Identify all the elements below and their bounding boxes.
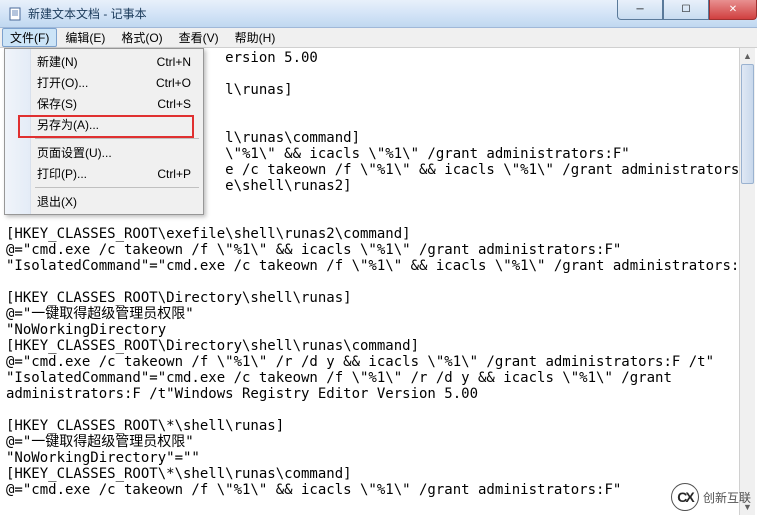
- menu-file[interactable]: 文件(F): [2, 28, 57, 47]
- menu-edit[interactable]: 编辑(E): [57, 28, 113, 47]
- menu-format[interactable]: 格式(O): [113, 28, 170, 47]
- watermark: CX 创新互联: [671, 483, 751, 511]
- menu-item-shortcut: Ctrl+O: [156, 76, 191, 90]
- close-button[interactable]: ✕: [709, 0, 757, 20]
- watermark-text: 创新互联: [703, 489, 751, 506]
- window-title: 新建文本文档 - 记事本: [28, 5, 147, 22]
- menu-item-open[interactable]: 打开(O)... Ctrl+O: [7, 72, 201, 93]
- menu-item-label: 页面设置(U)...: [37, 144, 112, 161]
- menu-view[interactable]: 查看(V): [171, 28, 227, 47]
- menu-item-shortcut: Ctrl+N: [157, 55, 191, 69]
- maximize-button[interactable]: ☐: [663, 0, 709, 20]
- menu-item-saveas[interactable]: 另存为(A)...: [7, 114, 201, 135]
- notepad-icon: [8, 6, 24, 22]
- vertical-scrollbar[interactable]: ▲ ▼: [739, 48, 755, 515]
- menu-item-new[interactable]: 新建(N) Ctrl+N: [7, 51, 201, 72]
- menu-item-label: 保存(S): [37, 95, 77, 112]
- menu-item-label: 另存为(A)...: [37, 116, 99, 133]
- minimize-button[interactable]: ─: [617, 0, 663, 20]
- menu-separator: [35, 138, 199, 139]
- menu-item-label: 打印(P)...: [37, 165, 87, 182]
- file-menu-dropdown: 新建(N) Ctrl+N 打开(O)... Ctrl+O 保存(S) Ctrl+…: [4, 48, 204, 215]
- scroll-up-button[interactable]: ▲: [740, 48, 755, 64]
- window-controls: ─ ☐ ✕: [617, 0, 757, 20]
- menu-item-save[interactable]: 保存(S) Ctrl+S: [7, 93, 201, 114]
- menu-item-print[interactable]: 打印(P)... Ctrl+P: [7, 163, 201, 184]
- menu-item-label: 退出(X): [37, 193, 77, 210]
- menu-item-label: 新建(N): [37, 53, 78, 70]
- menu-item-shortcut: Ctrl+S: [157, 97, 191, 111]
- menu-bar: 文件(F) 编辑(E) 格式(O) 查看(V) 帮助(H): [0, 28, 757, 48]
- title-bar: 新建文本文档 - 记事本 ─ ☐ ✕: [0, 0, 757, 28]
- menu-separator: [35, 187, 199, 188]
- menu-help[interactable]: 帮助(H): [227, 28, 284, 47]
- menu-item-exit[interactable]: 退出(X): [7, 191, 201, 212]
- watermark-logo: CX: [671, 483, 699, 511]
- menu-item-pagesetup[interactable]: 页面设置(U)...: [7, 142, 201, 163]
- scroll-thumb[interactable]: [741, 64, 754, 184]
- menu-item-label: 打开(O)...: [37, 74, 88, 91]
- menu-item-shortcut: Ctrl+P: [157, 167, 191, 181]
